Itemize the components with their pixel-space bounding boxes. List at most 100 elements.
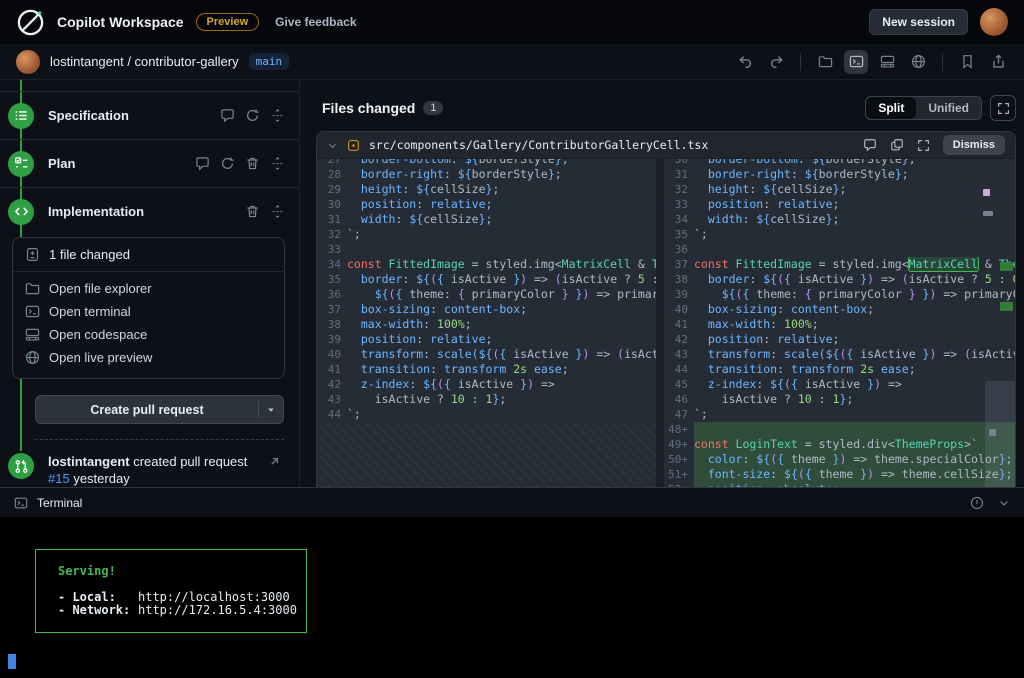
line-number: 44 xyxy=(664,362,694,377)
diff-line-right-37: 37 const FittedImage = styled.img<Matrix… xyxy=(664,257,1015,272)
dismiss-button[interactable]: Dismiss xyxy=(943,135,1005,155)
line-number: 46 xyxy=(664,392,694,407)
diff-line-left-36: 36 ${({ theme: { primaryColor } }) => pr… xyxy=(317,287,656,302)
diff-line-right-31: 31 border-right: ${borderStyle}; xyxy=(664,167,1015,182)
line-number: 50+ xyxy=(664,452,694,467)
link-open-live-preview[interactable]: Open live preview xyxy=(13,346,284,369)
expand-file-icon[interactable] xyxy=(917,139,930,152)
trash-icon[interactable] xyxy=(245,204,260,219)
folder-tool-button[interactable] xyxy=(813,50,837,74)
diff-line-left-43: 43 isActive ? 10 : 1}; xyxy=(317,392,656,407)
network-url-line: - Network:http://172.16.5.4:3000 xyxy=(58,604,306,617)
expand-diff-button[interactable] xyxy=(990,95,1016,121)
link-open-terminal[interactable]: Open terminal xyxy=(13,300,284,323)
terminal-output[interactable]: Serving! - Local:http://localhost:3000 -… xyxy=(0,517,1024,678)
line-number: 30 xyxy=(317,197,347,212)
diff-line-left-30: 30 position: relative; xyxy=(317,197,656,212)
empty-diff-filler xyxy=(317,422,656,487)
file-path[interactable]: src/components/Gallery/ContributorGaller… xyxy=(369,138,708,152)
codespace-tool-button[interactable] xyxy=(875,50,899,74)
resize-icon[interactable] xyxy=(270,156,285,171)
diff-line-right-45: 45 z-index: ${({ isActive }) => xyxy=(664,377,1015,392)
toolbar-divider xyxy=(800,53,801,71)
line-number: 41 xyxy=(664,317,694,332)
line-number: 39 xyxy=(664,287,694,302)
diff-line-right-30: 30 border-bottom: ${borderStyle}; xyxy=(664,159,1015,167)
file-diff-icon xyxy=(25,247,40,262)
line-number: 36 xyxy=(317,287,347,302)
line-number: 44 xyxy=(317,407,347,422)
terminal-cursor xyxy=(8,654,16,669)
resize-icon[interactable] xyxy=(270,204,285,219)
redo-tool-button[interactable] xyxy=(764,50,788,74)
terminal-header: Terminal xyxy=(0,487,1024,517)
tasklist-icon xyxy=(8,151,34,177)
line-number: 43 xyxy=(317,392,347,407)
copilot-workspace-app: Copilot Workspace Preview Give feedback … xyxy=(0,0,1024,678)
app-title: Copilot Workspace xyxy=(57,14,184,30)
sidebar-section-plan[interactable]: Plan xyxy=(0,139,299,187)
session-sidebar: Specification Plan Implementation 1 file… xyxy=(0,80,300,487)
line-number: 33 xyxy=(317,242,347,257)
files-changed-summary: 1 file changed xyxy=(13,238,284,272)
sync-icon[interactable] xyxy=(245,108,260,123)
breadcrumb[interactable]: lostintangent / contributor-gallery xyxy=(50,54,239,69)
line-number: 40 xyxy=(664,302,694,317)
comment-icon[interactable] xyxy=(863,138,877,152)
collapse-file-chevron-icon[interactable] xyxy=(327,140,338,151)
create-pull-request-label: Create pull request xyxy=(36,396,258,423)
diff-line-right-34: 34 width: ${cellSize}; xyxy=(664,212,1015,227)
new-session-button[interactable]: New session xyxy=(869,9,968,35)
copy-icon[interactable] xyxy=(890,138,904,152)
terminal-tool-button[interactable] xyxy=(844,50,868,74)
info-icon[interactable] xyxy=(970,496,984,510)
resize-icon[interactable] xyxy=(270,108,285,123)
diff-line-right-38: 38 border: ${({ isActive }) => (isActive… xyxy=(664,272,1015,287)
line-number: 40 xyxy=(317,347,347,362)
bookmark-tool-button[interactable] xyxy=(955,50,979,74)
line-number: 51+ xyxy=(664,467,694,482)
line-number: 48+ xyxy=(664,422,694,437)
network-url: http://172.16.5.4:3000 xyxy=(138,603,297,617)
create-pull-request-button[interactable]: Create pull request xyxy=(35,395,284,424)
branch-badge[interactable]: main xyxy=(249,53,290,70)
split-view-button[interactable]: Split xyxy=(866,97,916,119)
unified-view-button[interactable]: Unified xyxy=(916,97,981,119)
serve-message-box: Serving! - Local:http://localhost:3000 -… xyxy=(35,549,307,633)
line-number: 38 xyxy=(317,317,347,332)
undo-tool-button[interactable] xyxy=(733,50,757,74)
sidebar-section-implementation[interactable]: Implementation xyxy=(0,187,299,235)
list-icon xyxy=(8,103,34,129)
globe-tool-button[interactable] xyxy=(906,50,930,74)
link-open-codespace[interactable]: Open codespace xyxy=(13,323,284,346)
arrow-up-right-icon[interactable] xyxy=(268,455,281,487)
share-tool-button[interactable] xyxy=(986,50,1010,74)
sync-icon[interactable] xyxy=(220,156,235,171)
diff-line-right-42: 42 position: relative; xyxy=(664,332,1015,347)
line-number: 42 xyxy=(317,377,347,392)
diff-line-right-40: 40 box-sizing: content-box; xyxy=(664,302,1015,317)
diff-left-pane: 27 border-bottom: ${borderStyle}; 28 bor… xyxy=(317,159,656,487)
line-number: 37 xyxy=(664,257,694,272)
link-open-file-explorer[interactable]: Open file explorer xyxy=(13,277,284,300)
toolbar-divider xyxy=(942,53,943,71)
line-number: 42 xyxy=(664,332,694,347)
diff-line-right-51: 51+ font-size: ${({ theme }) => theme.ce… xyxy=(664,467,1015,482)
diff-line-right-43: 43 transform: scale(${({ isActive }) => … xyxy=(664,347,1015,362)
line-number: 36 xyxy=(664,242,694,257)
give-feedback-link[interactable]: Give feedback xyxy=(275,15,356,29)
section-label: Implementation xyxy=(48,204,144,219)
comment-icon[interactable] xyxy=(220,108,235,123)
diff-line-left-31: 31 width: ${cellSize}; xyxy=(317,212,656,227)
pr-number-link[interactable]: #15 xyxy=(48,471,70,486)
line-number: 32 xyxy=(664,182,694,197)
collapse-terminal-chevron-icon[interactable] xyxy=(998,497,1010,509)
comment-icon[interactable] xyxy=(195,156,210,171)
diff-line-right-47: 47 `; xyxy=(664,407,1015,422)
line-number: 31 xyxy=(317,212,347,227)
line-number: 29 xyxy=(317,182,347,197)
chevron-down-icon[interactable] xyxy=(259,396,283,423)
trash-icon[interactable] xyxy=(245,156,260,171)
user-avatar[interactable] xyxy=(980,8,1008,36)
sidebar-section-specification[interactable]: Specification xyxy=(0,91,299,139)
